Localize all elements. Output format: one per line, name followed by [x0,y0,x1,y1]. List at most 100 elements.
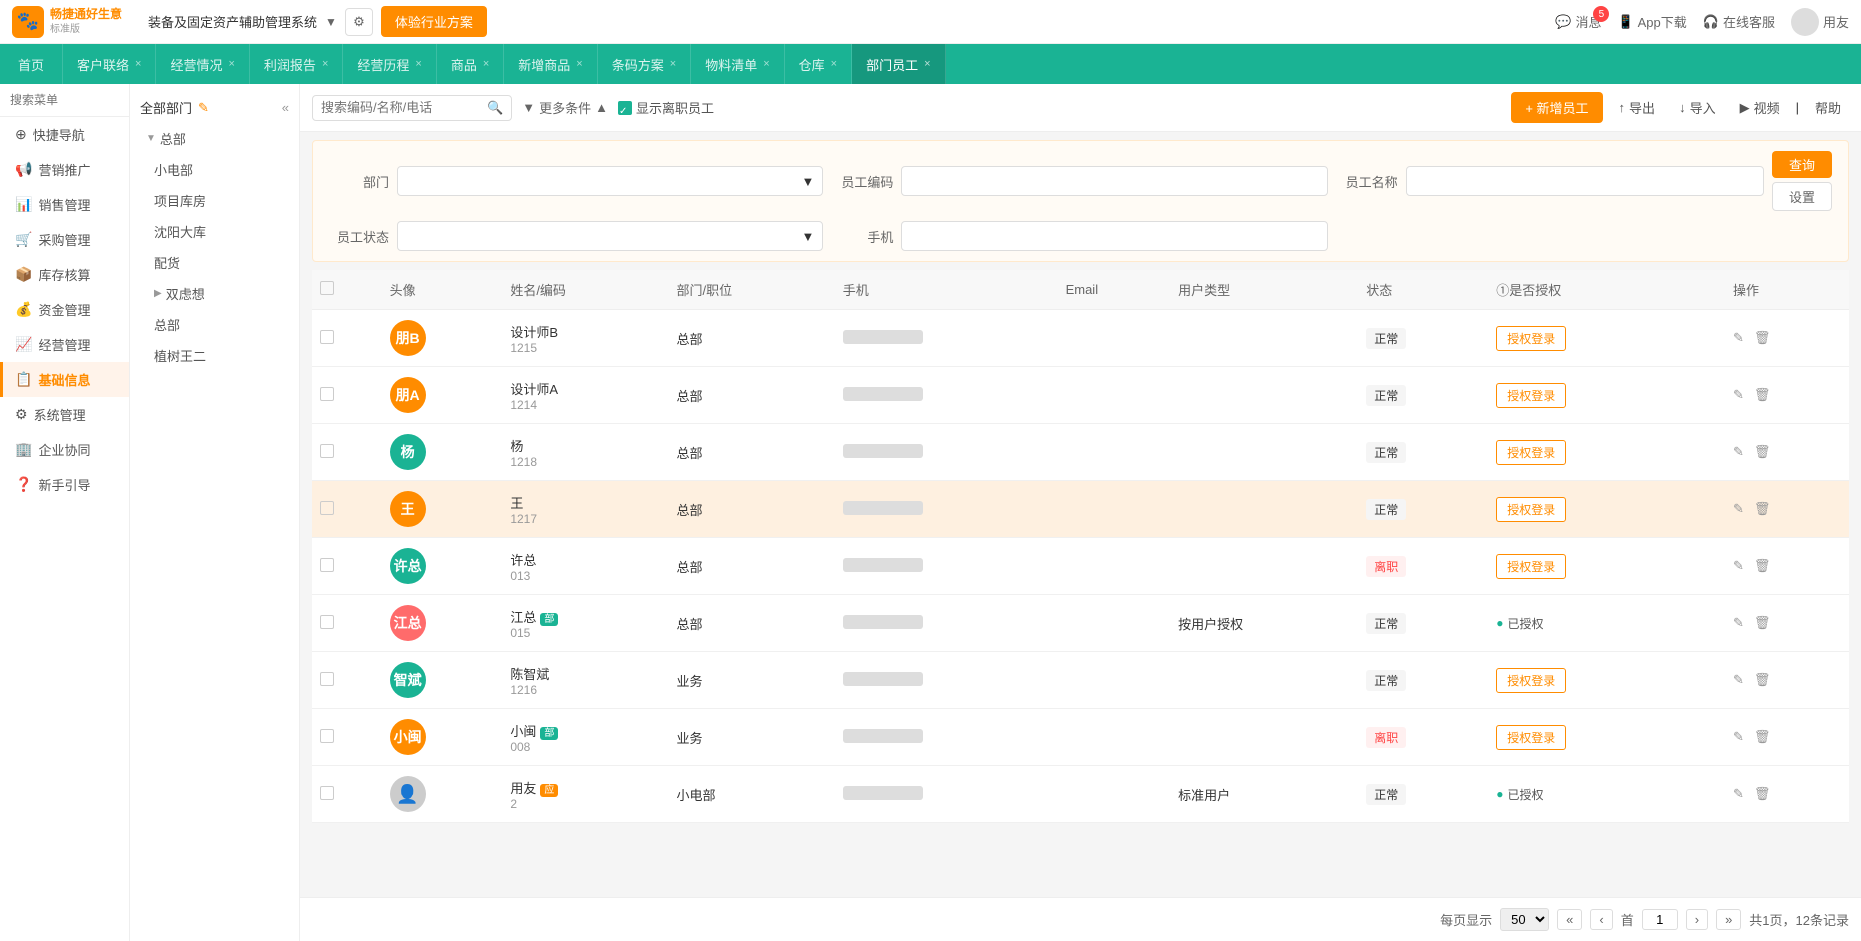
nav-tab-利润报告[interactable]: 利润报告× [250,44,343,84]
auth-btn[interactable]: 授权登录 [1496,383,1566,408]
sidebar-item-purchase[interactable]: 🛒 采购管理 [0,222,129,257]
show-resigned-toggle[interactable]: ✓ 显示离职员工 [618,98,714,117]
sidebar-item-basic[interactable]: 📋 基础信息 [0,362,129,397]
help-btn[interactable]: 帮助 [1807,94,1849,121]
nav-tab-新增商品[interactable]: 新增商品× [504,44,597,84]
nav-tab-close[interactable]: × [322,58,328,70]
nav-tab-close[interactable]: × [228,58,234,70]
dept-edit-icon[interactable]: ✎ [198,100,209,116]
view-btn[interactable]: ▶ 视频 [1732,94,1788,121]
search-input[interactable] [321,100,481,115]
edit-icon[interactable]: ✎ [1733,558,1744,574]
edit-icon[interactable]: ✎ [1733,501,1744,517]
row-checkbox[interactable] [320,786,334,800]
edit-icon[interactable]: ✎ [1733,729,1744,745]
nav-tab-close[interactable]: × [670,58,676,70]
nav-tab-物料清单[interactable]: 物料清单× [691,44,784,84]
prev-page-btn[interactable]: ‹ [1590,909,1612,930]
nav-tab-close[interactable]: × [576,58,582,70]
sidebar-item-corp[interactable]: 🏢 企业协同 [0,432,129,467]
nav-tab-客户联络[interactable]: 客户联络× [63,44,156,84]
delete-icon[interactable]: 🗑 [1754,786,1771,802]
delete-icon[interactable]: 🗑 [1754,330,1771,346]
sidebar-item-capital[interactable]: 💰 资金管理 [0,292,129,327]
row-checkbox[interactable] [320,615,334,629]
auth-btn[interactable]: 授权登录 [1496,725,1566,750]
select-all-checkbox[interactable] [320,281,334,295]
emp-code-input[interactable] [901,166,1327,196]
nav-tab-close[interactable]: × [135,58,141,70]
nav-tab-close[interactable]: × [924,58,930,70]
nav-tab-经营历程[interactable]: 经营历程× [343,44,436,84]
edit-icon[interactable]: ✎ [1733,672,1744,688]
dept-item[interactable]: 沈阳大库 [130,216,299,247]
nav-tab-仓库[interactable]: 仓库× [785,44,852,84]
add-employee-btn[interactable]: + 新增员工 [1511,92,1602,123]
row-checkbox[interactable] [320,444,334,458]
nav-tab-close[interactable]: × [483,58,489,70]
auth-btn[interactable]: 授权登录 [1496,440,1566,465]
first-page-btn[interactable]: « [1557,909,1582,930]
delete-icon[interactable]: 🗑 [1754,444,1771,460]
delete-icon[interactable]: 🗑 [1754,387,1771,403]
nav-tab-条码方案[interactable]: 条码方案× [598,44,691,84]
nav-tab-商品[interactable]: 商品× [437,44,504,84]
sidebar-search-input[interactable] [10,93,130,107]
set-btn[interactable]: 设置 [1772,182,1832,211]
sidebar-item-quick-nav[interactable]: ⊕ 快捷导航 [0,117,129,152]
edit-icon[interactable]: ✎ [1733,615,1744,631]
auth-btn[interactable]: 授权登录 [1496,497,1566,522]
dept-filter-select[interactable]: ▼ [397,166,823,196]
query-btn[interactable]: 查询 [1772,151,1832,178]
nav-tab-经营情况[interactable]: 经营情况× [156,44,249,84]
delete-icon[interactable]: 🗑 [1754,501,1771,517]
dept-item[interactable]: ▶双虑想 [130,278,299,309]
delete-icon[interactable]: 🗑 [1754,672,1771,688]
dept-item[interactable]: 小电部 [130,154,299,185]
nav-tab-close[interactable]: × [763,58,769,70]
online-service-btn[interactable]: 🎧 在线客服 [1703,12,1775,31]
nav-tab-close[interactable]: × [415,58,421,70]
dept-item[interactable]: 总部 [130,309,299,340]
edit-icon[interactable]: ✎ [1733,387,1744,403]
export-btn[interactable]: ↑ 导出 [1611,94,1664,121]
page-number-input[interactable] [1642,909,1678,930]
edit-icon[interactable]: ✎ [1733,330,1744,346]
row-checkbox[interactable] [320,501,334,515]
auth-btn[interactable]: 授权登录 [1496,326,1566,351]
nav-tab-close[interactable]: × [831,58,837,70]
edit-icon[interactable]: ✎ [1733,444,1744,460]
app-download-btn[interactable]: 📱 App下载 [1617,12,1686,31]
more-filter-btn[interactable]: ▼ 更多条件 ▲ [522,98,608,117]
per-page-select[interactable]: 50 [1500,908,1549,931]
row-checkbox[interactable] [320,729,334,743]
auth-btn[interactable]: 授权登录 [1496,554,1566,579]
emp-status-select[interactable]: ▼ [397,221,823,251]
row-checkbox[interactable] [320,330,334,344]
sidebar-item-guide[interactable]: ❓ 新手引导 [0,467,129,502]
phone-input[interactable] [901,221,1327,251]
dept-item[interactable]: 项目库房 [130,185,299,216]
next-page-btn[interactable]: › [1686,909,1708,930]
sidebar-item-system[interactable]: ⚙ 系统管理 [0,397,129,432]
nav-tab-部门员工[interactable]: 部门员工× [852,44,945,84]
emp-name-input[interactable] [1406,166,1764,196]
messages-btn[interactable]: 💬 消息 5 [1555,12,1601,31]
sidebar-item-inventory[interactable]: 📦 库存核算 [0,257,129,292]
dept-collapse-btn[interactable]: « [282,100,289,115]
user-area[interactable]: 用友 [1791,8,1849,36]
delete-icon[interactable]: 🗑 [1754,729,1771,745]
sidebar-item-sales[interactable]: 📊 销售管理 [0,187,129,222]
trial-btn[interactable]: 体验行业方案 [381,6,487,37]
dept-item[interactable]: 配货 [130,247,299,278]
dept-item[interactable]: ▼总部 [130,123,299,154]
sidebar-item-marketing[interactable]: 📢 营销推广 [0,152,129,187]
import-btn[interactable]: ↓ 导入 [1671,94,1724,121]
gear-btn[interactable]: ⚙ [345,8,373,36]
auth-btn[interactable]: 授权登录 [1496,668,1566,693]
sidebar-item-operations[interactable]: 📈 经营管理 [0,327,129,362]
last-page-btn[interactable]: » [1716,909,1741,930]
delete-icon[interactable]: 🗑 [1754,615,1771,631]
system-select-btn[interactable]: ▼ [325,15,337,29]
row-checkbox[interactable] [320,387,334,401]
